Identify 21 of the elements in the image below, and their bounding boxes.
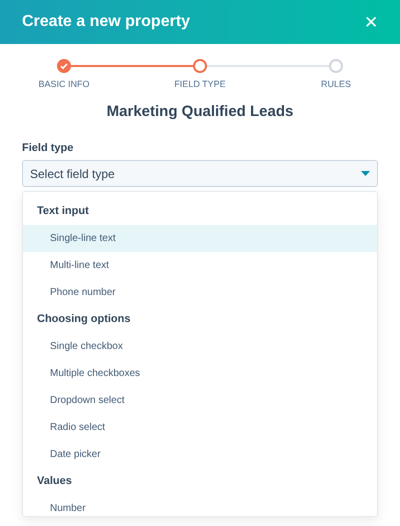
dropdown-option[interactable]: Number [23,495,377,516]
dropdown-option[interactable]: Date picker [23,441,377,468]
dropdown-option[interactable]: Phone number [23,279,377,306]
select-placeholder: Select field type [30,166,115,182]
group-heading: Values [36,474,73,490]
dropdown-option[interactable]: Dropdown select [23,387,377,414]
dropdown-option[interactable]: Multi-line text [23,252,377,279]
group-heading: Choosing options [36,312,132,328]
select-field[interactable]: Select field type [22,160,378,187]
step-label: RULES [320,78,351,91]
dialog-title: Create a new property [22,12,190,32]
field-label: Field type [22,140,74,156]
step-label: FIELD TYPE [174,78,226,91]
group-heading: Text input [36,204,90,220]
step-label: BASIC INFO [38,78,90,91]
dropdown-option[interactable]: Multiple checkboxes [23,360,377,387]
caret-icon [361,171,370,176]
dropdown-option[interactable]: Single-line text [23,225,377,252]
section-heading: Marketing Qualified Leads [106,102,294,122]
dropdown-option[interactable]: Radio select [23,414,377,441]
dropdown-option[interactable]: Single checkbox [23,333,377,360]
